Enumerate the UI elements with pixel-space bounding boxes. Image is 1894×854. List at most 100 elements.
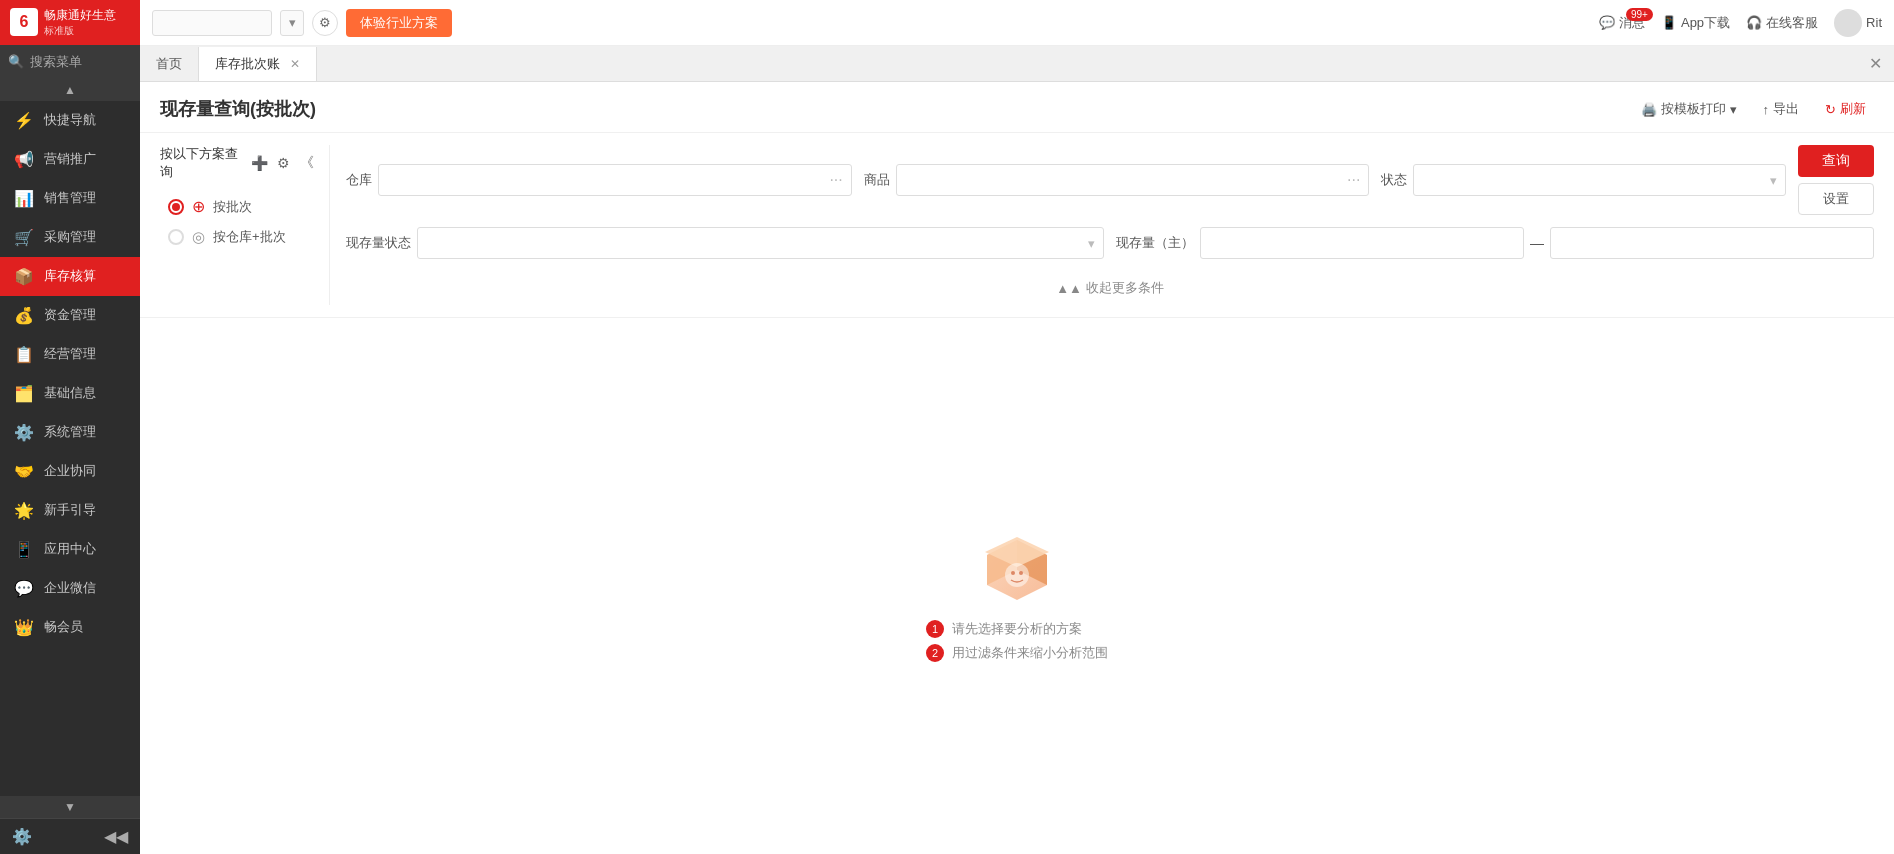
sidebar-items-list: ⚡ 快捷导航 📢 营销推广 📊 销售管理 🛒 采购管理 📦 库存核算 💰 资金管… (0, 101, 140, 796)
collapse-scheme-button[interactable]: 《 (297, 153, 317, 173)
settings-button[interactable]: 设置 (1798, 183, 1874, 215)
search-label: 搜索菜单 (30, 53, 82, 71)
experience-button[interactable]: 体验行业方案 (346, 9, 452, 37)
inventory-icon: 📦 (14, 267, 34, 286)
filter-section: 按以下方案查询 ➕ ⚙ 《 ⊕ 按批次 ◎ 按仓库+批次 (140, 133, 1894, 318)
tabbar: 首页 库存批次账 ✕ ✕ (140, 46, 1894, 82)
sidebar-item-operations[interactable]: 📋 经营管理 (0, 335, 140, 374)
tab-close-button[interactable]: ✕ (290, 57, 300, 71)
sidebar-item-finance[interactable]: 💰 资金管理 (0, 296, 140, 335)
empty-hints: 1 请先选择要分析的方案 2 用过滤条件来缩小分析范围 (926, 620, 1108, 662)
warehouse-label: 仓库 (346, 171, 372, 189)
tab-home[interactable]: 首页 (140, 47, 199, 81)
warehouse-filter-field: 仓库 ··· (346, 164, 852, 196)
sidebar-item-label: 基础信息 (44, 384, 96, 402)
collapse-more-button[interactable]: ▲▲ 收起更多条件 (346, 271, 1874, 305)
headset-icon: 🎧 (1746, 15, 1762, 30)
hint-text-2: 用过滤条件来缩小分析范围 (952, 644, 1108, 662)
warehouse-batch-icon: ◎ (192, 228, 205, 246)
sidebar-item-inventory[interactable]: 📦 库存核算 (0, 257, 140, 296)
status-filter-field: 状态 ▾ (1381, 164, 1786, 196)
sidebar-item-label: 系统管理 (44, 423, 96, 441)
topbar-dropdown-button[interactable]: ▾ (280, 10, 304, 36)
sidebar-item-label: 新手引导 (44, 501, 96, 519)
refresh-icon: ↻ (1825, 102, 1836, 117)
sidebar-item-label: 企业微信 (44, 579, 96, 597)
print-template-button[interactable]: 🖨️ 按模板打印 ▾ (1633, 96, 1745, 122)
status-label: 状态 (1381, 171, 1407, 189)
sidebar-scroll-up[interactable]: ▲ (0, 79, 140, 101)
sidebar-collapse-icon[interactable]: ◀◀ (104, 827, 128, 846)
status-dropdown-icon: ▾ (1770, 173, 1777, 188)
sidebar-scroll-down[interactable]: ▼ (0, 796, 140, 818)
filter-scheme-panel: 按以下方案查询 ➕ ⚙ 《 ⊕ 按批次 ◎ 按仓库+批次 (160, 145, 330, 305)
marketing-icon: 📢 (14, 150, 34, 169)
warehouse-input[interactable]: ··· (378, 164, 852, 196)
inventory-qty-dash: — (1530, 235, 1544, 251)
member-icon: 👑 (14, 618, 34, 637)
app-download-label: App下载 (1681, 14, 1730, 32)
export-icon: ↑ (1763, 102, 1770, 117)
sidebar-item-sales[interactable]: 📊 销售管理 (0, 179, 140, 218)
sidebar-search[interactable]: 🔍 搜索菜单 (0, 45, 140, 79)
sidebar-header: 6 畅康通好生意 标准版 (0, 0, 140, 45)
sidebar-item-purchase[interactable]: 🛒 采购管理 (0, 218, 140, 257)
svg-point-6 (1019, 571, 1023, 575)
status-select[interactable]: ▾ (1413, 164, 1786, 196)
sidebar-item-label: 经营管理 (44, 345, 96, 363)
sidebar-item-member[interactable]: 👑 畅会员 (0, 608, 140, 647)
sidebar-bottom: ⚙️ ◀◀ (0, 818, 140, 854)
inventory-status-field: 现存量状态 ▾ (346, 227, 1104, 259)
user-name: Rit (1866, 15, 1882, 30)
inventory-qty-min-input[interactable] (1200, 227, 1524, 259)
sidebar-item-label: 采购管理 (44, 228, 96, 246)
app-download-button[interactable]: 📱 App下载 (1661, 14, 1730, 32)
scheme-option-by-batch[interactable]: ⊕ 按批次 (160, 191, 317, 222)
appcenter-icon: 📱 (14, 540, 34, 559)
settings-scheme-button[interactable]: ⚙ (273, 153, 293, 173)
tab-panel-close-button[interactable]: ✕ (1857, 54, 1894, 73)
online-service-button[interactable]: 🎧 在线客服 (1746, 14, 1818, 32)
settings-icon[interactable]: ⚙️ (12, 827, 32, 846)
sidebar-item-system[interactable]: ⚙️ 系统管理 (0, 413, 140, 452)
topbar-search-input[interactable] (152, 10, 272, 36)
inventory-status-select[interactable]: ▾ (417, 227, 1104, 259)
filter-scheme-icons: ➕ ⚙ 《 (249, 153, 317, 173)
hint-text-1: 请先选择要分析的方案 (952, 620, 1082, 638)
filter-row-2: 现存量状态 ▾ 现存量（主） — (346, 227, 1874, 259)
sidebar-item-marketing[interactable]: 📢 营销推广 (0, 140, 140, 179)
svg-point-5 (1011, 571, 1015, 575)
page-header-actions: 🖨️ 按模板打印 ▾ ↑ 导出 ↻ 刷新 (1633, 96, 1875, 122)
topbar-gear-button[interactable]: ⚙ (312, 10, 338, 36)
sidebar-item-newuser[interactable]: 🌟 新手引导 (0, 491, 140, 530)
scheme-option-by-warehouse-batch[interactable]: ◎ 按仓库+批次 (160, 222, 317, 252)
inventory-qty-max-input[interactable] (1550, 227, 1874, 259)
hint-number-1: 1 (926, 620, 944, 638)
message-icon: 💬 (1599, 15, 1615, 30)
export-label: 导出 (1773, 100, 1799, 118)
export-button[interactable]: ↑ 导出 (1755, 96, 1808, 122)
sidebar-item-appcenter[interactable]: 📱 应用中心 (0, 530, 140, 569)
sidebar-item-wechat[interactable]: 💬 企业微信 (0, 569, 140, 608)
user-avatar-area[interactable]: Rit (1834, 9, 1882, 37)
sidebar-item-label: 畅会员 (44, 618, 83, 636)
basics-icon: 🗂️ (14, 384, 34, 403)
sidebar-item-label: 企业协同 (44, 462, 96, 480)
product-input[interactable]: ··· (896, 164, 1370, 196)
add-scheme-button[interactable]: ➕ (249, 153, 269, 173)
sidebar-item-basics[interactable]: 🗂️ 基础信息 (0, 374, 140, 413)
sidebar-item-quick-nav[interactable]: ⚡ 快捷导航 (0, 101, 140, 140)
messages-button[interactable]: 💬 消息 99+ (1599, 14, 1645, 32)
query-button[interactable]: 查询 (1798, 145, 1874, 177)
page-title: 现存量查询(按批次) (160, 97, 316, 121)
tab-home-label: 首页 (156, 55, 182, 73)
tab-inventory-batch[interactable]: 库存批次账 ✕ (199, 47, 317, 81)
refresh-button[interactable]: ↻ 刷新 (1817, 96, 1874, 122)
svg-point-4 (1005, 563, 1029, 587)
mobile-icon: 📱 (1661, 15, 1677, 30)
operations-icon: 📋 (14, 345, 34, 364)
hint-item-1: 1 请先选择要分析的方案 (926, 620, 1108, 638)
sidebar-item-collab[interactable]: 🤝 企业协同 (0, 452, 140, 491)
hint-number-2: 2 (926, 644, 944, 662)
print-dropdown-icon[interactable]: ▾ (1730, 102, 1737, 117)
